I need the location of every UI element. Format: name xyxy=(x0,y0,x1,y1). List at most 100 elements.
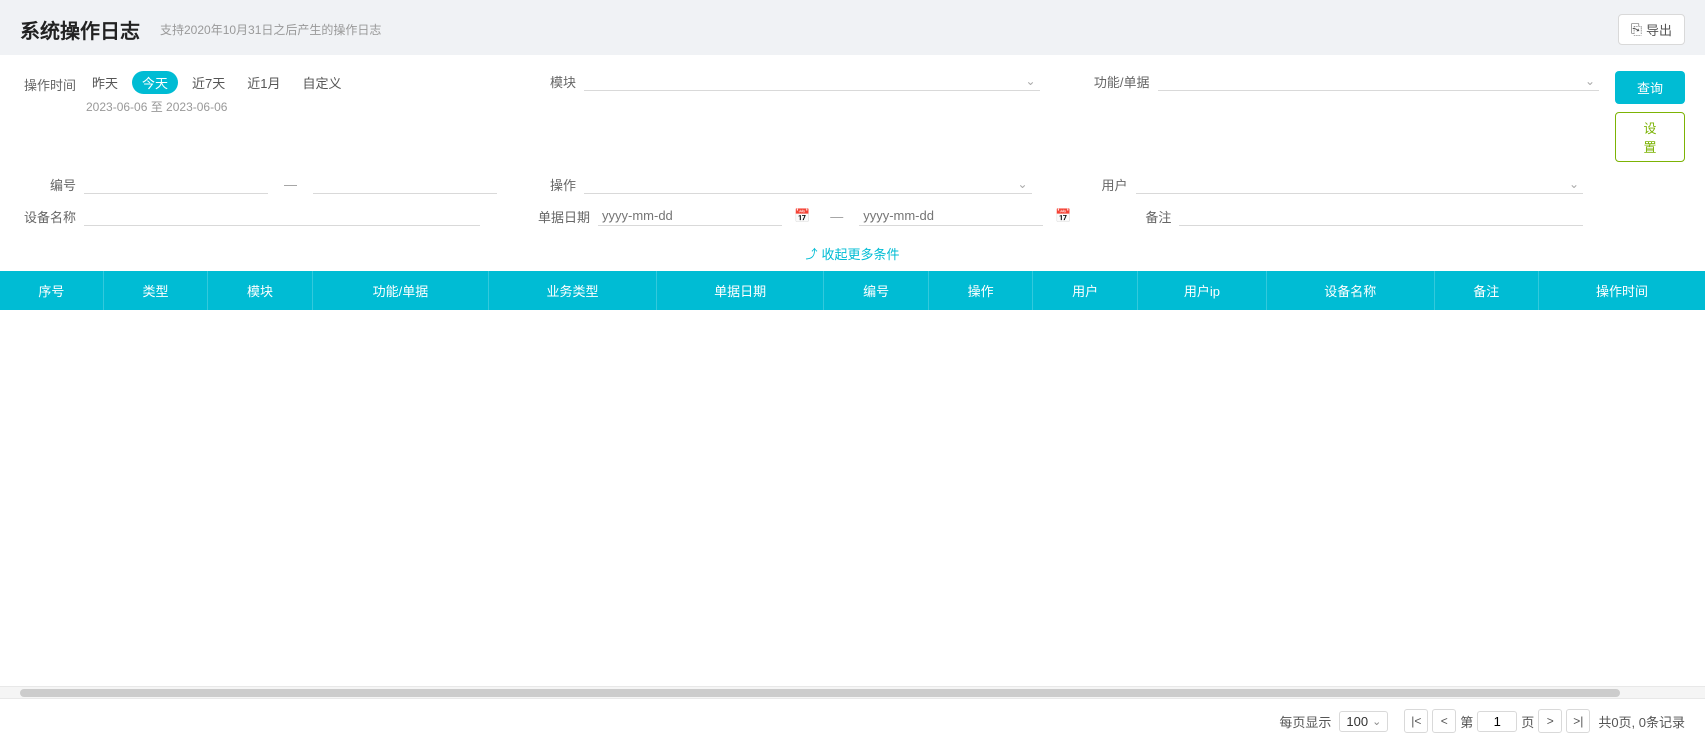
table-col-序号: 序号 xyxy=(0,271,103,310)
user-dropdown[interactable]: ⌄ xyxy=(1136,174,1584,194)
user-filter: 用户 ⌄ xyxy=(1072,174,1584,194)
remark-input[interactable] xyxy=(1183,208,1579,223)
user-input[interactable] xyxy=(1140,176,1569,191)
code-start-input[interactable] xyxy=(88,176,264,191)
table-col-操作: 操作 xyxy=(928,271,1032,310)
code-label: 编号 xyxy=(20,175,76,194)
code-end-input[interactable] xyxy=(317,176,493,191)
doc-date-sep: — xyxy=(822,209,851,224)
time-filter-group: 昨天 今天 近7天 近1月 自定义 2023-06-06 至 2023-06-0… xyxy=(84,71,350,115)
table-header-row: 序号类型模块功能/单据业务类型单据日期编号操作用户用户ip设备名称备注操作时间 xyxy=(0,271,1705,310)
next-page-button[interactable]: > xyxy=(1538,709,1562,733)
table-col-用户ip: 用户ip xyxy=(1137,271,1266,310)
table-col-模块: 模块 xyxy=(208,271,312,310)
filter-section: 操作时间 昨天 今天 近7天 近1月 自定义 2023-06-06 至 2023… xyxy=(0,55,1705,271)
module-filter: 模块 ⌄ xyxy=(520,71,1040,91)
device-input-wrapper[interactable] xyxy=(84,206,480,226)
doc-date-start-wrapper[interactable] xyxy=(598,206,782,226)
last-page-button[interactable]: >| xyxy=(1566,709,1590,733)
calendar-end-icon[interactable]: 📅 xyxy=(1051,208,1075,224)
module-input[interactable] xyxy=(588,73,1025,88)
module-arrow-icon[interactable]: ⌄ xyxy=(1025,74,1035,88)
filter-row-1: 操作时间 昨天 今天 近7天 近1月 自定义 2023-06-06 至 2023… xyxy=(20,71,1685,162)
remark-filter: 备注 xyxy=(1115,206,1583,226)
function-filter: 功能/单据 ⌄ xyxy=(1080,71,1600,91)
operation-time-label: 操作时间 xyxy=(20,71,76,94)
table-col-单据日期: 单据日期 xyxy=(656,271,824,310)
doc-date-end-input[interactable] xyxy=(863,208,1039,223)
export-label: 导出 xyxy=(1646,20,1672,39)
collapse-bar[interactable]: ⤴ 收起更多条件 xyxy=(20,238,1685,271)
user-arrow-icon[interactable]: ⌄ xyxy=(1569,177,1579,191)
settings-button[interactable]: 设置 xyxy=(1615,112,1685,162)
export-button[interactable]: ⎘ 导出 xyxy=(1618,14,1685,45)
data-table: 序号类型模块功能/单据业务类型单据日期编号操作用户用户ip设备名称备注操作时间 xyxy=(0,271,1705,310)
per-page-arrow-icon: ⌄ xyxy=(1372,715,1381,728)
header-left: 系统操作日志 支持2020年10月31日之后产生的操作日志 xyxy=(20,15,381,44)
doc-date-end-wrapper[interactable] xyxy=(859,206,1043,226)
last7days-btn[interactable]: 近7天 xyxy=(184,71,233,94)
custom-btn[interactable]: 自定义 xyxy=(295,71,350,94)
filter-row-2: 编号 — 操作 ⌄ 用户 xyxy=(20,174,1685,194)
collapse-icon: ⤴ xyxy=(805,245,817,262)
per-page-select-wrapper[interactable]: 100 ⌄ xyxy=(1339,711,1388,732)
first-page-button[interactable]: |< xyxy=(1404,709,1428,733)
code-end-input-wrapper[interactable] xyxy=(313,174,497,194)
page-number-input[interactable]: 1 xyxy=(1477,711,1517,732)
table-col-备注: 备注 xyxy=(1434,271,1538,310)
empty-area xyxy=(0,310,1705,630)
pagination-bar: 每页显示 100 ⌄ |< < 第 1 页 > >| 共0页, 0条记录 xyxy=(0,698,1705,743)
scroll-thumb[interactable] xyxy=(20,689,1620,697)
calendar-start-icon[interactable]: 📅 xyxy=(790,208,814,224)
function-dropdown[interactable]: ⌄ xyxy=(1158,71,1600,91)
module-label: 模块 xyxy=(520,72,576,91)
prev-page-button[interactable]: < xyxy=(1432,709,1456,733)
function-input[interactable] xyxy=(1162,73,1585,88)
query-button[interactable]: 查询 xyxy=(1615,71,1685,104)
device-filter: 设备名称 xyxy=(20,206,480,226)
per-page-value: 100 xyxy=(1346,714,1368,729)
code-sep: — xyxy=(276,177,305,192)
filter-row-3: 设备名称 单据日期 📅 — 📅 备注 xyxy=(20,206,1685,226)
page-title: 系统操作日志 xyxy=(20,15,140,44)
scrollbar-area[interactable] xyxy=(0,686,1705,698)
doc-date-label: 单据日期 xyxy=(520,207,590,226)
module-dropdown[interactable]: ⌄ xyxy=(584,71,1040,91)
time-buttons: 昨天 今天 近7天 近1月 自定义 xyxy=(84,71,350,94)
table-col-操作时间: 操作时间 xyxy=(1539,271,1705,310)
table-col-功能/单据: 功能/单据 xyxy=(312,271,488,310)
table-col-用户: 用户 xyxy=(1033,271,1137,310)
page-header: 系统操作日志 支持2020年10月31日之后产生的操作日志 ⎘ 导出 xyxy=(0,0,1705,55)
device-label: 设备名称 xyxy=(20,207,76,226)
doc-date-filter: 单据日期 📅 — 📅 xyxy=(520,206,1075,226)
doc-date-start-input[interactable] xyxy=(602,208,778,223)
pagination-nav: |< < 第 1 页 > >| xyxy=(1404,709,1590,733)
action-buttons: 查询 设置 xyxy=(1615,71,1685,162)
table-col-编号: 编号 xyxy=(824,271,928,310)
table-col-业务类型: 业务类型 xyxy=(489,271,657,310)
page-total: 共0页, 0条记录 xyxy=(1598,712,1685,731)
table-col-设备名称: 设备名称 xyxy=(1266,271,1434,310)
per-page-label: 每页显示 xyxy=(1279,712,1331,731)
collapse-label: 收起更多条件 xyxy=(822,244,900,263)
operation-filter: 操作 ⌄ xyxy=(520,174,1032,194)
function-arrow-icon[interactable]: ⌄ xyxy=(1585,74,1595,88)
operation-dropdown[interactable]: ⌄ xyxy=(584,174,1032,194)
device-input[interactable] xyxy=(88,208,476,223)
table-header: 序号类型模块功能/单据业务类型单据日期编号操作用户用户ip设备名称备注操作时间 xyxy=(0,271,1705,310)
page-unit: 页 xyxy=(1521,712,1534,731)
today-btn[interactable]: 今天 xyxy=(132,71,178,94)
function-label: 功能/单据 xyxy=(1080,72,1150,91)
yesterday-btn[interactable]: 昨天 xyxy=(84,71,126,94)
export-icon: ⎘ xyxy=(1631,21,1642,38)
code-start-input-wrapper[interactable] xyxy=(84,174,268,194)
table-col-类型: 类型 xyxy=(103,271,207,310)
last1month-btn[interactable]: 近1月 xyxy=(239,71,288,94)
operation-arrow-icon[interactable]: ⌄ xyxy=(1017,177,1027,191)
operation-input[interactable] xyxy=(588,176,1017,191)
page-label: 第 xyxy=(1460,712,1473,731)
operation-time-filter: 操作时间 昨天 今天 近7天 近1月 自定义 2023-06-06 至 2023… xyxy=(20,71,480,115)
remark-input-wrapper[interactable] xyxy=(1179,206,1583,226)
remark-label: 备注 xyxy=(1115,207,1171,226)
time-range-display: 2023-06-06 至 2023-06-06 xyxy=(86,98,350,115)
